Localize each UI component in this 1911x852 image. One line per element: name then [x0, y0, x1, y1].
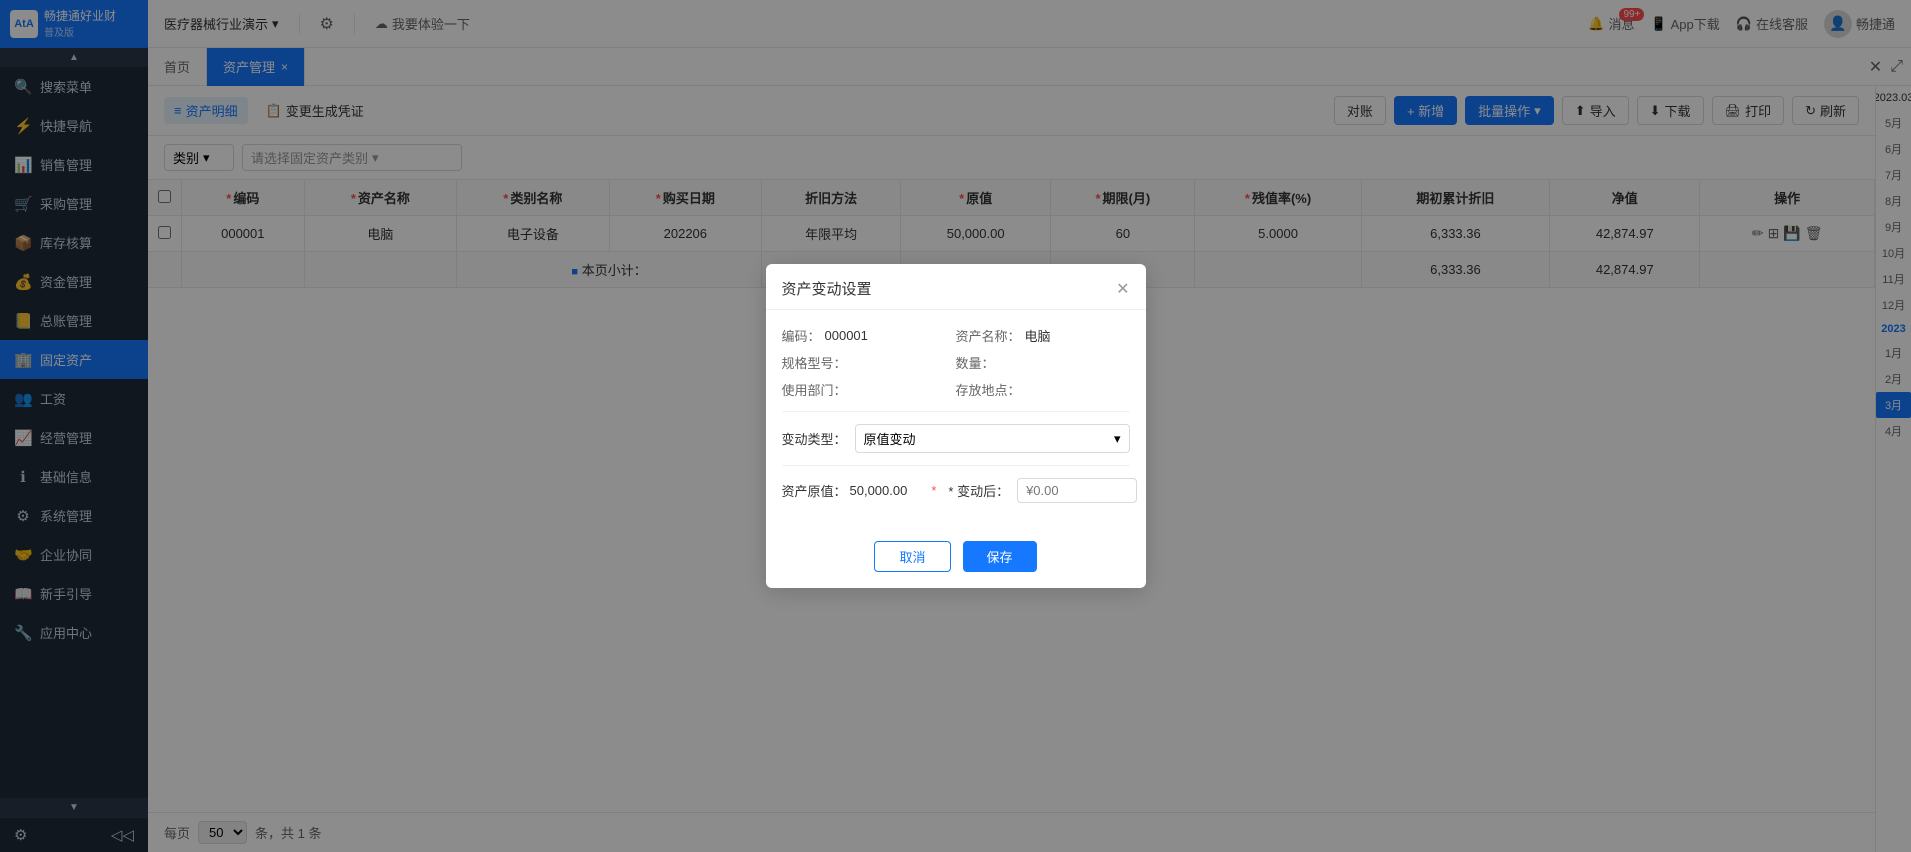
- info-department: 使用部门：: [782, 380, 956, 399]
- change-type-select[interactable]: 原值变动 ▾: [855, 424, 1130, 453]
- info-code: 编码： 000001: [782, 326, 956, 345]
- info-asset-name: 资产名称： 电脑: [956, 326, 1130, 345]
- original-value-display: 50,000.00: [850, 483, 908, 498]
- modal-divider-2: [782, 465, 1130, 466]
- modal-close-btn[interactable]: ✕: [1116, 279, 1129, 299]
- save-button[interactable]: 保存: [963, 541, 1037, 572]
- modal-title: 资产变动设置: [782, 278, 872, 299]
- after-change-label: * 变动后：: [948, 481, 1009, 500]
- modal-header: 资产变动设置 ✕: [766, 264, 1146, 310]
- modal-footer: 取消 保存: [766, 531, 1146, 588]
- info-spec: 规格型号：: [782, 353, 956, 372]
- change-type-label: 变动类型：: [782, 429, 847, 448]
- asset-change-modal: 资产变动设置 ✕ 编码： 000001 资产名称： 电脑 规格型号： 数量：: [766, 264, 1146, 588]
- change-type-row: 变动类型： 原值变动 ▾: [782, 424, 1130, 453]
- cancel-button[interactable]: 取消: [874, 541, 950, 572]
- required-mark: *: [931, 483, 936, 498]
- original-value-row: 资产原值： 50,000.00 * * 变动后：: [782, 478, 1130, 503]
- modal-divider-1: [782, 411, 1130, 412]
- modal-overlay[interactable]: 资产变动设置 ✕ 编码： 000001 资产名称： 电脑 规格型号： 数量：: [0, 0, 1911, 852]
- change-type-dropdown-icon: ▾: [1114, 431, 1121, 447]
- modal-body: 编码： 000001 资产名称： 电脑 规格型号： 数量： 使用部门：: [766, 310, 1146, 531]
- info-location: 存放地点：: [956, 380, 1130, 399]
- info-quantity: 数量：: [956, 353, 1130, 372]
- modal-info-grid: 编码： 000001 资产名称： 电脑 规格型号： 数量： 使用部门：: [782, 326, 1130, 399]
- original-value-label: 资产原值：: [782, 481, 842, 500]
- after-change-input[interactable]: [1017, 478, 1137, 503]
